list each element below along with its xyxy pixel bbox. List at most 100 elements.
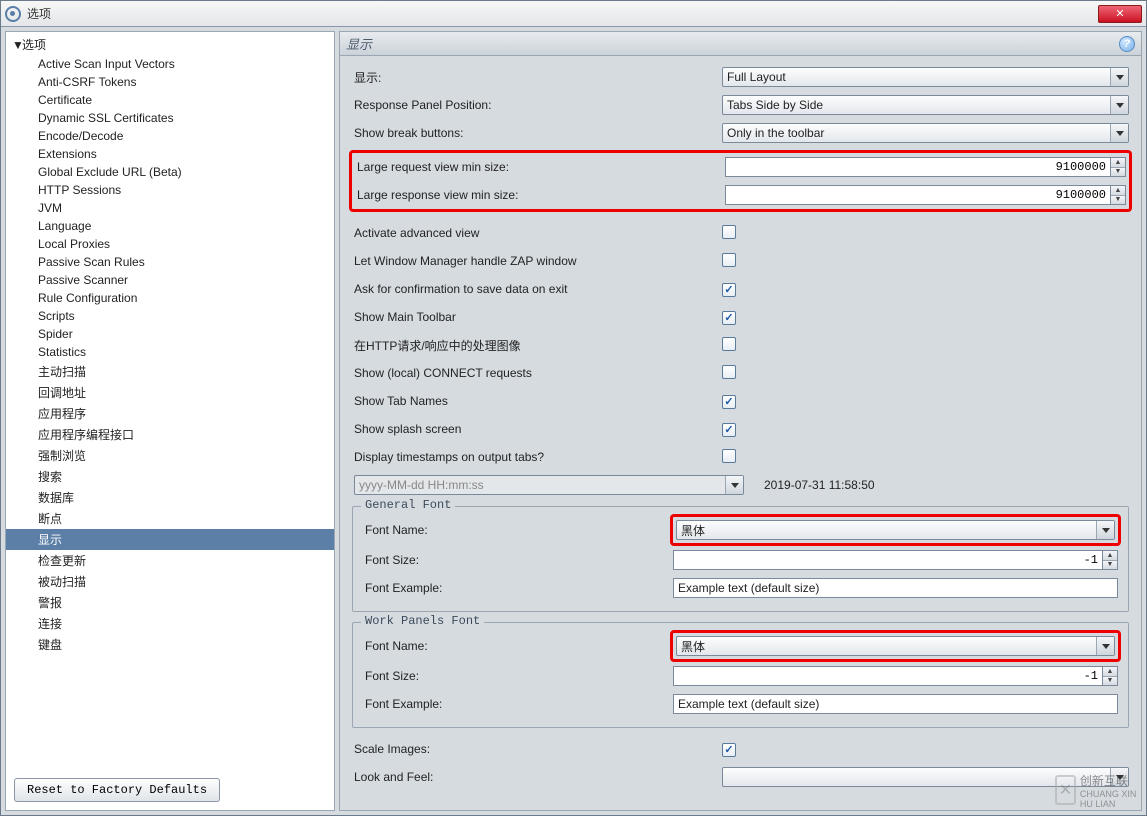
settings-form: 显示: Full Layout Response Panel Position:…: [340, 56, 1141, 810]
spin-up-icon[interactable]: ▲: [1111, 186, 1125, 196]
general-font-fieldset: General Font Font Name: 黑体 Font Size: ▲▼…: [352, 506, 1129, 612]
tree-item[interactable]: Passive Scanner: [6, 271, 334, 289]
activate-adv-label: Activate advanced view: [352, 226, 722, 240]
tree-item[interactable]: 回调地址: [6, 382, 334, 403]
tree-item[interactable]: 键盘: [6, 634, 334, 655]
tree-item[interactable]: Statistics: [6, 343, 334, 361]
work-font-size-label: Font Size:: [363, 669, 673, 683]
chevron-down-icon[interactable]: [1110, 68, 1128, 86]
chevron-down-icon[interactable]: [1110, 124, 1128, 142]
display-combo[interactable]: Full Layout: [722, 67, 1129, 87]
let-wm-label: Let Window Manager handle ZAP window: [352, 254, 722, 268]
ts-preview: 2019-07-31 11:58:50: [764, 478, 875, 492]
gen-font-example-field: Example text (default size): [673, 578, 1118, 598]
gen-font-size-label: Font Size:: [363, 553, 673, 567]
close-button[interactable]: ✕: [1098, 5, 1142, 23]
http-img-label: 在HTTP请求/响应中的处理图像: [352, 337, 722, 354]
http-img-checkbox[interactable]: [722, 337, 736, 351]
tree-root[interactable]: ▼选项: [6, 34, 334, 55]
tree-item[interactable]: Active Scan Input Vectors: [6, 55, 334, 73]
tree-item[interactable]: Spider: [6, 325, 334, 343]
work-font-example-label: Font Example:: [363, 697, 673, 711]
tree-item[interactable]: Local Proxies: [6, 235, 334, 253]
chevron-down-icon[interactable]: [1096, 637, 1114, 655]
large-req-spinner[interactable]: ▲▼: [725, 157, 1126, 177]
tree-item[interactable]: 搜索: [6, 466, 334, 487]
gen-font-name-combo[interactable]: 黑体: [676, 520, 1115, 540]
tree-item[interactable]: 应用程序: [6, 403, 334, 424]
chevron-down-icon[interactable]: [1096, 521, 1114, 539]
tree-item[interactable]: 检查更新: [6, 550, 334, 571]
show-main-tb-checkbox[interactable]: [722, 311, 736, 325]
ts-format-combo: yyyy-MM-dd HH:mm:ss: [354, 475, 744, 495]
spin-down-icon[interactable]: ▼: [1111, 168, 1125, 177]
work-font-size-spinner[interactable]: ▲▼: [673, 666, 1118, 686]
general-font-legend: General Font: [361, 498, 455, 512]
large-req-input[interactable]: [725, 157, 1110, 177]
response-panel-label: Response Panel Position:: [352, 98, 722, 112]
show-break-label: Show break buttons:: [352, 126, 722, 140]
display-ts-checkbox[interactable]: [722, 449, 736, 463]
tree-item[interactable]: JVM: [6, 199, 334, 217]
gen-font-size-input[interactable]: [673, 550, 1102, 570]
tree-item[interactable]: Language: [6, 217, 334, 235]
tree-item[interactable]: 应用程序编程接口: [6, 424, 334, 445]
scale-images-checkbox[interactable]: [722, 743, 736, 757]
work-font-size-input[interactable]: [673, 666, 1102, 686]
tree-item[interactable]: Extensions: [6, 145, 334, 163]
tree-item[interactable]: Global Exclude URL (Beta): [6, 163, 334, 181]
work-font-name-combo[interactable]: 黑体: [676, 636, 1115, 656]
tree-item[interactable]: Scripts: [6, 307, 334, 325]
tree-item[interactable]: 连接: [6, 613, 334, 634]
tree-item[interactable]: Encode/Decode: [6, 127, 334, 145]
spin-down-icon[interactable]: ▼: [1103, 561, 1117, 570]
tree-item[interactable]: Anti-CSRF Tokens: [6, 73, 334, 91]
spin-down-icon[interactable]: ▼: [1103, 677, 1117, 686]
tree-item[interactable]: Certificate: [6, 91, 334, 109]
help-icon[interactable]: ?: [1119, 36, 1135, 52]
tree-item[interactable]: Dynamic SSL Certificates: [6, 109, 334, 127]
tree-item[interactable]: 断点: [6, 508, 334, 529]
show-splash-checkbox[interactable]: [722, 423, 736, 437]
tree-item[interactable]: Passive Scan Rules: [6, 253, 334, 271]
tree-item[interactable]: 显示: [6, 529, 334, 550]
tree-item[interactable]: 被动扫描: [6, 571, 334, 592]
titlebar[interactable]: 选项 ✕: [1, 1, 1146, 27]
chevron-down-icon[interactable]: [1110, 96, 1128, 114]
look-feel-label: Look and Feel:: [352, 770, 722, 784]
tree-item[interactable]: 主动扫描: [6, 361, 334, 382]
large-resp-label: Large response view min size:: [355, 188, 725, 202]
panel-header: 显示 ?: [340, 32, 1141, 56]
work-font-example-field: Example text (default size): [673, 694, 1118, 714]
settings-panel: 显示 ? 显示: Full Layout Response Panel Posi…: [339, 31, 1142, 811]
chevron-down-icon: [725, 476, 743, 494]
gen-font-size-spinner[interactable]: ▲▼: [673, 550, 1118, 570]
show-break-combo[interactable]: Only in the toolbar: [722, 123, 1129, 143]
tree-item[interactable]: Rule Configuration: [6, 289, 334, 307]
show-main-tb-label: Show Main Toolbar: [352, 310, 722, 324]
spin-down-icon[interactable]: ▼: [1111, 196, 1125, 205]
watermark-icon: ✕: [1055, 775, 1076, 805]
gen-font-name-label: Font Name:: [363, 523, 673, 537]
large-resp-spinner[interactable]: ▲▼: [725, 185, 1126, 205]
spin-up-icon[interactable]: ▲: [1103, 667, 1117, 677]
response-panel-combo[interactable]: Tabs Side by Side: [722, 95, 1129, 115]
work-font-name-label: Font Name:: [363, 639, 673, 653]
activate-adv-checkbox[interactable]: [722, 225, 736, 239]
let-wm-checkbox[interactable]: [722, 253, 736, 267]
app-icon: [5, 6, 21, 22]
show-tab-names-checkbox[interactable]: [722, 395, 736, 409]
tree-item[interactable]: HTTP Sessions: [6, 181, 334, 199]
tree-item[interactable]: 强制浏览: [6, 445, 334, 466]
options-tree[interactable]: ▼选项 Active Scan Input VectorsAnti-CSRF T…: [6, 32, 334, 770]
spin-up-icon[interactable]: ▲: [1103, 551, 1117, 561]
tree-item[interactable]: 警报: [6, 592, 334, 613]
reset-defaults-button[interactable]: Reset to Factory Defaults: [14, 778, 220, 802]
large-resp-input[interactable]: [725, 185, 1110, 205]
show-connect-checkbox[interactable]: [722, 365, 736, 379]
ask-confirm-checkbox[interactable]: [722, 283, 736, 297]
tree-item[interactable]: 数据库: [6, 487, 334, 508]
spin-up-icon[interactable]: ▲: [1111, 158, 1125, 168]
display-ts-label: Display timestamps on output tabs?: [352, 450, 722, 464]
large-req-label: Large request view min size:: [355, 160, 725, 174]
